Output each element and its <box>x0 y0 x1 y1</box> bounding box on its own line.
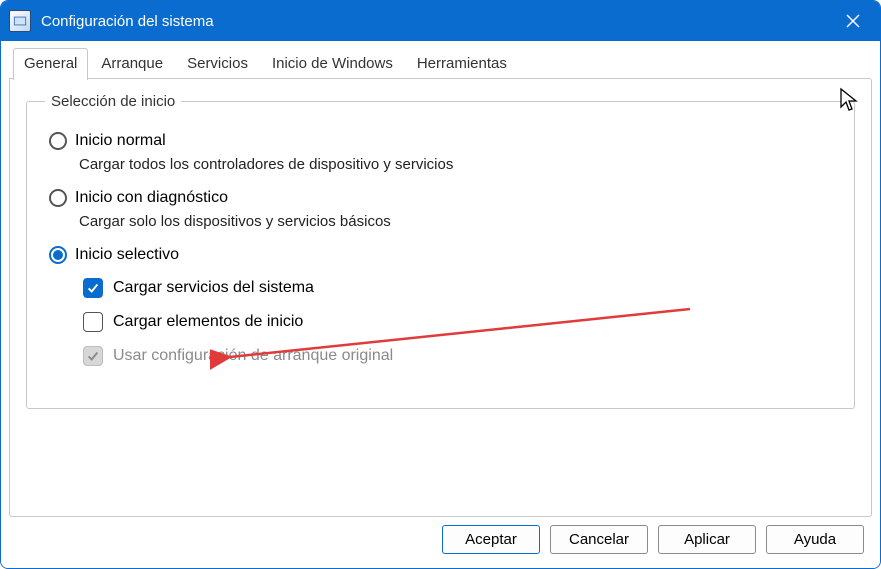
titlebar: Configuración del sistema <box>1 1 880 41</box>
radio-label: Inicio selectivo <box>75 246 179 264</box>
option-diagnostic-startup: Inicio con diagnóstico Cargar solo los d… <box>49 189 836 230</box>
check-load-system-services[interactable]: Cargar servicios del sistema <box>83 278 836 298</box>
tab-label: Servicios <box>187 55 248 72</box>
group-legend: Selección de inicio <box>45 93 181 110</box>
check-label: Cargar servicios del sistema <box>113 279 314 297</box>
apply-button[interactable]: Aplicar <box>658 525 756 554</box>
option-normal-startup: Inicio normal Cargar todos los controlad… <box>49 132 836 173</box>
selective-sub-options: Cargar servicios del sistema Cargar elem… <box>83 278 836 366</box>
startup-selection-group: Selección de inicio Inicio normal Cargar… <box>26 93 855 409</box>
radio-selective-startup[interactable]: Inicio selectivo <box>49 246 836 264</box>
radio-label: Inicio normal <box>75 132 166 150</box>
tab-startup[interactable]: Inicio de Windows <box>261 48 404 80</box>
radio-icon <box>49 246 67 264</box>
help-button[interactable]: Ayuda <box>766 525 864 554</box>
tab-services[interactable]: Servicios <box>176 48 259 80</box>
cancel-button[interactable]: Cancelar <box>550 525 648 554</box>
close-button[interactable] <box>830 1 876 41</box>
radio-icon <box>49 189 67 207</box>
system-configuration-window: Configuración del sistema General Arranq… <box>0 0 881 569</box>
button-label: Aceptar <box>465 531 517 548</box>
tab-label: Inicio de Windows <box>272 55 393 72</box>
msconfig-icon <box>9 10 31 32</box>
radio-diagnostic-startup[interactable]: Inicio con diagnóstico <box>49 189 836 207</box>
radio-label: Inicio con diagnóstico <box>75 189 228 207</box>
checkbox-icon <box>83 312 103 332</box>
check-load-startup-items[interactable]: Cargar elementos de inicio <box>83 312 836 332</box>
button-label: Aplicar <box>684 531 730 548</box>
dialog-buttons: Aceptar Cancelar Aplicar Ayuda <box>9 517 872 558</box>
tab-boot[interactable]: Arranque <box>90 48 174 80</box>
radio-normal-startup[interactable]: Inicio normal <box>49 132 836 150</box>
ok-button[interactable]: Aceptar <box>442 525 540 554</box>
button-label: Ayuda <box>794 531 836 548</box>
tab-label: General <box>24 55 77 72</box>
checkbox-icon <box>83 346 103 366</box>
option-selective-startup: Inicio selectivo Cargar servicios del si… <box>49 246 836 366</box>
check-label: Cargar elementos de inicio <box>113 313 303 331</box>
tab-strip: General Arranque Servicios Inicio de Win… <box>9 47 872 79</box>
option-description: Cargar todos los controladores de dispos… <box>79 156 836 173</box>
window-title: Configuración del sistema <box>41 13 830 30</box>
tab-general[interactable]: General <box>13 48 88 80</box>
check-use-original-boot: Usar configuración de arranque original <box>83 346 836 366</box>
tab-panel-general: Selección de inicio Inicio normal Cargar… <box>9 78 872 517</box>
close-icon <box>846 14 860 28</box>
option-description: Cargar solo los dispositivos y servicios… <box>79 213 836 230</box>
tab-tools[interactable]: Herramientas <box>406 48 518 80</box>
tab-label: Arranque <box>101 55 163 72</box>
tab-label: Herramientas <box>417 55 507 72</box>
client-area: General Arranque Servicios Inicio de Win… <box>1 41 880 568</box>
check-label: Usar configuración de arranque original <box>113 347 393 365</box>
radio-icon <box>49 132 67 150</box>
checkbox-icon <box>83 278 103 298</box>
button-label: Cancelar <box>569 531 629 548</box>
